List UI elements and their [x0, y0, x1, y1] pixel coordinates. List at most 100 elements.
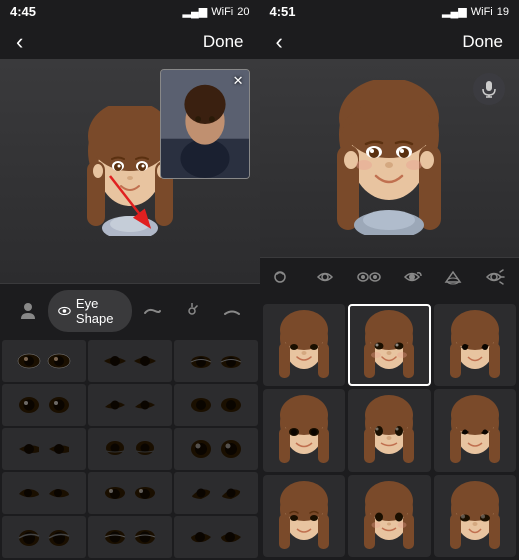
right-toolbar-icon-2[interactable]: [308, 264, 342, 295]
right-toolbar-icon-6[interactable]: [477, 264, 511, 295]
right-toolbar-icon-5[interactable]: [436, 264, 470, 295]
right-done-button[interactable]: Done: [462, 32, 503, 52]
eye-cell-1[interactable]: [2, 340, 86, 382]
face-cell-7[interactable]: [263, 475, 346, 558]
eye-shape-2: [100, 350, 160, 372]
eyebrow-icon: [142, 301, 162, 321]
right-toolbar-icon-4[interactable]: [395, 264, 429, 295]
face-svg-3: [440, 310, 510, 380]
face-svg-1: [269, 310, 339, 380]
wifi-icon: WiFi: [211, 6, 233, 18]
toolbar-eye-shape[interactable]: Eye Shape: [48, 290, 132, 332]
toolbar-eyebrow[interactable]: [132, 295, 172, 327]
eye-shape-14: [100, 526, 160, 548]
mic-icon: [481, 80, 497, 98]
face-cell-9[interactable]: [434, 475, 517, 558]
right-status-bar: 4:51 ▂▄▆ WiFi 19: [260, 0, 519, 21]
eye-cell-13[interactable]: [2, 516, 86, 558]
camera-preview-close[interactable]: ✕: [233, 73, 244, 89]
right-toolbar: [260, 257, 519, 301]
eye-icon: [58, 302, 71, 320]
left-status-time: 4:45: [10, 4, 36, 19]
right-wifi-icon: WiFi: [471, 6, 493, 18]
left-panel: 4:45 ▂▄▆ WiFi 20 ‹ Done: [0, 0, 260, 560]
left-eye-grid: [0, 338, 260, 560]
eye-shape-15: [186, 526, 246, 548]
face-svg-2: [354, 310, 424, 380]
right-memoji: [324, 80, 454, 235]
eye-shape-11: [100, 482, 160, 504]
toolbar-person[interactable]: [8, 295, 48, 327]
left-status-bar: 4:45 ▂▄▆ WiFi 20: [0, 0, 260, 21]
mic-button[interactable]: [473, 73, 505, 105]
liner-icon: [222, 301, 242, 321]
eye-shape-5: [100, 394, 160, 416]
left-toolbar: Eye Shape: [0, 283, 260, 338]
left-avatar-area: ✕: [0, 59, 260, 283]
left-header: ‹ Done: [0, 21, 260, 59]
face-cell-3[interactable]: [434, 304, 517, 387]
rt-icon-1: [273, 268, 295, 286]
eye-cell-15[interactable]: [174, 516, 258, 558]
eye-cell-14[interactable]: [88, 516, 172, 558]
right-signal-icon: ▂▄▆: [442, 5, 467, 18]
person-icon: [18, 301, 38, 321]
rt-icon-6: [483, 268, 505, 286]
left-done-button[interactable]: Done: [203, 32, 244, 52]
face-cell-1[interactable]: [263, 304, 346, 387]
right-panel: 4:51 ▂▄▆ WiFi 19 ‹ Done: [260, 0, 519, 560]
eye-shape-9: [186, 438, 246, 460]
toolbar-lash[interactable]: [172, 295, 212, 327]
eye-cell-2[interactable]: [88, 340, 172, 382]
eye-shape-1: [14, 350, 74, 372]
eye-shape-13: [14, 526, 74, 548]
eye-cell-8[interactable]: [88, 428, 172, 470]
eye-cell-7[interactable]: [2, 428, 86, 470]
rt-icon-3: [356, 268, 382, 286]
eye-cell-11[interactable]: [88, 472, 172, 514]
red-arrow: [105, 171, 155, 231]
eye-shape-8: [100, 438, 160, 460]
face-cell-4[interactable]: [263, 389, 346, 472]
right-battery-icon: 19: [497, 6, 509, 18]
eye-shape-6: [186, 394, 246, 416]
eye-shape-12: [186, 482, 246, 504]
eye-shape-4: [14, 394, 74, 416]
eye-cell-4[interactable]: [2, 384, 86, 426]
right-avatar-area: [260, 59, 519, 257]
signal-icon: ▂▄▆: [183, 5, 208, 18]
right-face-grid: [260, 301, 519, 560]
right-status-time: 4:51: [270, 4, 296, 19]
right-toolbar-icon-3[interactable]: [350, 264, 388, 295]
eye-cell-10[interactable]: [2, 472, 86, 514]
right-toolbar-icon-1[interactable]: [267, 264, 301, 295]
eye-shape-10: [14, 482, 74, 504]
lash-icon: [182, 301, 202, 321]
right-status-icons: ▂▄▆ WiFi 19: [442, 5, 509, 18]
face-cell-2[interactable]: [348, 304, 431, 387]
left-back-button[interactable]: ‹: [16, 31, 23, 53]
eye-cell-3[interactable]: [174, 340, 258, 382]
eye-cell-6[interactable]: [174, 384, 258, 426]
face-svg-9: [440, 481, 510, 551]
toolbar-liner[interactable]: [212, 295, 252, 327]
face-cell-6[interactable]: [434, 389, 517, 472]
face-svg-8: [354, 481, 424, 551]
eye-cell-5[interactable]: [88, 384, 172, 426]
face-svg-4: [269, 395, 339, 465]
face-svg-7: [269, 481, 339, 551]
left-status-icons: ▂▄▆ WiFi 20: [183, 5, 250, 18]
face-cell-5[interactable]: [348, 389, 431, 472]
battery-icon: 20: [237, 6, 249, 18]
rt-icon-2: [314, 268, 336, 286]
eye-cell-12[interactable]: [174, 472, 258, 514]
eye-cell-9[interactable]: [174, 428, 258, 470]
rt-icon-5: [442, 268, 464, 286]
face-cell-8[interactable]: [348, 475, 431, 558]
camera-preview: ✕: [160, 69, 250, 179]
rt-icon-4: [401, 268, 423, 286]
eye-shape-3: [186, 350, 246, 372]
face-svg-6: [440, 395, 510, 465]
right-back-button[interactable]: ‹: [276, 31, 283, 53]
eye-shape-label: Eye Shape: [76, 296, 122, 326]
